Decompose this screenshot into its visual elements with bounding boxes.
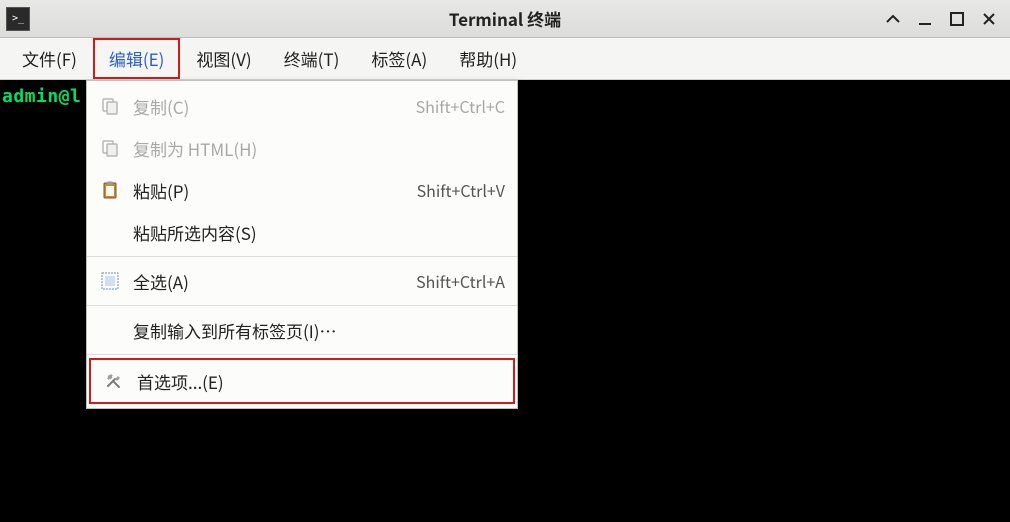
menuitem-paste-selection[interactable]: 粘贴所选内容(S) xyxy=(87,211,517,253)
window-close-button[interactable] xyxy=(980,10,998,28)
menuitem-preferences-label: 首选项...(E) xyxy=(137,369,224,394)
menu-file-label: 文件(F) xyxy=(22,46,77,71)
window-title: Terminal 终端 xyxy=(449,6,561,31)
menu-separator xyxy=(87,256,517,257)
paste-icon xyxy=(99,179,121,201)
menu-edit-label: 编辑(E) xyxy=(109,46,165,71)
blank-icon xyxy=(99,319,121,341)
terminal-app-icon: >_ xyxy=(6,7,30,31)
menubar: 文件(F) 编辑(E) 视图(V) 终端(T) 标签(A) 帮助(H) xyxy=(0,38,1010,80)
menu-help-label: 帮助(H) xyxy=(459,46,517,71)
menu-tabs[interactable]: 标签(A) xyxy=(355,38,443,79)
window-controls xyxy=(884,10,1004,28)
menuitem-paste-label: 粘贴(P) xyxy=(133,178,189,203)
menu-file[interactable]: 文件(F) xyxy=(6,38,93,79)
menuitem-copy-input-all-tabs[interactable]: 复制输入到所有标签页(I)… xyxy=(87,309,517,351)
window-maximize-button[interactable] xyxy=(948,10,966,28)
edit-menu-dropdown: 复制(C) Shift+Ctrl+C 复制为 HTML(H) 粘贴(P) Shi… xyxy=(86,80,518,409)
copy-icon xyxy=(99,95,121,117)
menu-help[interactable]: 帮助(H) xyxy=(443,38,533,79)
menu-view-label: 视图(V) xyxy=(196,46,251,71)
menuitem-paste[interactable]: 粘贴(P) Shift+Ctrl+V xyxy=(87,169,517,211)
menuitem-copy: 复制(C) Shift+Ctrl+C xyxy=(87,85,517,127)
preferences-icon xyxy=(103,370,125,392)
menuitem-copy-input-all-tabs-label: 复制输入到所有标签页(I)… xyxy=(133,318,336,343)
select-all-icon xyxy=(99,270,121,292)
terminal-app-icon-glyph: >_ xyxy=(12,13,24,24)
terminal-prompt: admin@l xyxy=(2,86,81,107)
menuitem-copy-label: 复制(C) xyxy=(133,94,189,119)
menuitem-select-all-label: 全选(A) xyxy=(133,269,189,294)
menuitem-select-all[interactable]: 全选(A) Shift+Ctrl+A xyxy=(87,260,517,302)
menu-edit[interactable]: 编辑(E) xyxy=(93,38,181,79)
menuitem-copy-html-label: 复制为 HTML(H) xyxy=(133,136,257,161)
menu-tabs-label: 标签(A) xyxy=(371,46,427,71)
blank-icon xyxy=(99,221,121,243)
window-shade-button[interactable] xyxy=(884,10,902,28)
menuitem-paste-shortcut: Shift+Ctrl+V xyxy=(417,178,505,202)
menuitem-select-all-shortcut: Shift+Ctrl+A xyxy=(416,269,505,293)
menu-terminal-label: 终端(T) xyxy=(284,46,340,71)
menuitem-preferences[interactable]: 首选项...(E) xyxy=(89,358,515,404)
menuitem-paste-selection-label: 粘贴所选内容(S) xyxy=(133,220,257,245)
menu-separator xyxy=(87,354,517,355)
menu-terminal[interactable]: 终端(T) xyxy=(268,38,356,79)
menuitem-copy-html: 复制为 HTML(H) xyxy=(87,127,517,169)
menu-separator xyxy=(87,305,517,306)
menu-view[interactable]: 视图(V) xyxy=(180,38,267,79)
copy-html-icon xyxy=(99,137,121,159)
menuitem-copy-shortcut: Shift+Ctrl+C xyxy=(416,94,505,118)
window-titlebar: >_ Terminal 终端 xyxy=(0,0,1010,38)
window-minimize-button[interactable] xyxy=(916,10,934,28)
